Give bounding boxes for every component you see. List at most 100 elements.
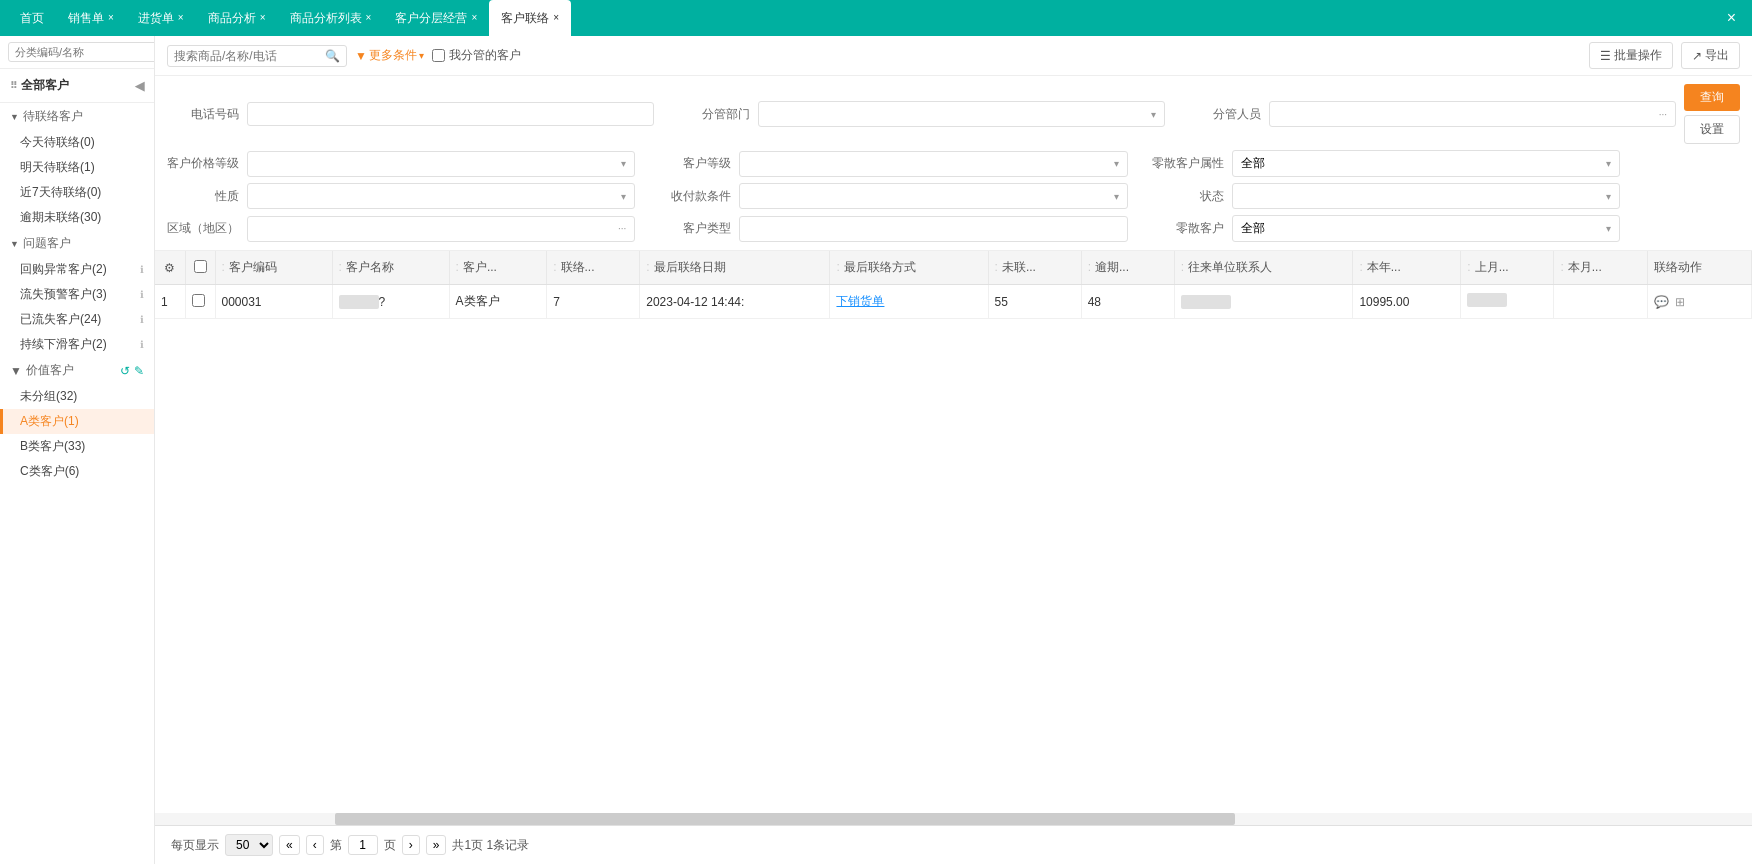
region-select[interactable]: ··· (247, 216, 635, 242)
export-icon: ↗ (1692, 49, 1702, 63)
nav-analysis[interactable]: 商品分析 × (196, 0, 278, 36)
price-grade-select[interactable]: ▾ (247, 151, 635, 177)
sidebar-item-overdue[interactable]: 逾期未联络(30) (0, 205, 154, 230)
sidebar-item-class-b[interactable]: B类客户(33) (0, 434, 154, 459)
chevron-down-icon: ▾ (419, 50, 424, 61)
query-button[interactable]: 查询 (1684, 84, 1740, 111)
sidebar-collapse-icon[interactable]: ◀ (135, 79, 144, 93)
close-analysis-icon[interactable]: × (260, 0, 266, 36)
page-number-input[interactable] (348, 835, 378, 855)
col-last-month: :上月... (1461, 251, 1554, 285)
nav-sales[interactable]: 销售单 × (56, 0, 126, 36)
filter-price-grade-field: 客户价格等级 ▾ (167, 151, 635, 177)
nav-home[interactable]: 首页 (8, 0, 56, 36)
customer-grade-select[interactable]: ▾ (739, 151, 1127, 177)
message-action-icon[interactable]: 💬 (1654, 295, 1669, 309)
col-name: :客户名称 (332, 251, 449, 285)
close-purchase-icon[interactable]: × (178, 0, 184, 36)
payment-select[interactable]: ▾ (739, 183, 1127, 209)
retail-select[interactable]: 全部 ▾ (1232, 215, 1620, 242)
action-icons: 💬 ⊞ (1654, 295, 1746, 309)
horizontal-scrollbar[interactable] (155, 813, 1752, 825)
filter-search-icon[interactable]: 🔍 (325, 49, 340, 63)
price-grade-chevron-icon: ▾ (621, 158, 626, 169)
window-close-button[interactable]: × (1719, 9, 1744, 27)
col-last-method: :最后联络方式 (830, 251, 988, 285)
sidebar-item-class-a[interactable]: A类客户(1) (0, 409, 154, 434)
sidebar-item-tomorrow[interactable]: 明天待联络(1) (0, 155, 154, 180)
filter-btn-col: 查询 设置 (1684, 84, 1740, 144)
sidebar-item-churned[interactable]: 已流失客户(24) ℹ (0, 307, 154, 332)
sidebar-all-customers[interactable]: ⠿ 全部客户 ◀ (0, 69, 154, 103)
payment-chevron-icon: ▾ (1114, 191, 1119, 202)
close-analysis-list-icon[interactable]: × (366, 0, 372, 36)
filter-right-actions: ☰ 批量操作 ↗ 导出 (1589, 42, 1740, 69)
phone-input[interactable] (247, 102, 654, 126)
sidebar-item-class-c[interactable]: C类客户(6) (0, 459, 154, 484)
filter-search-input[interactable] (174, 49, 325, 63)
retail-attr-select[interactable]: 全部 ▾ (1232, 150, 1620, 177)
main-layout: 🔍 ⠿ 全部客户 ◀ ▼ 待联络客户 今天待联络(0) 明天待联络(1) 近7天… (0, 36, 1752, 864)
filter-row-4: 区域（地区） ··· 客户类型 零散客户 全部 ▾ (167, 215, 1740, 242)
sidebar-item-churn-warn[interactable]: 流失预警客户(3) ℹ (0, 282, 154, 307)
close-segment-icon[interactable]: × (471, 0, 477, 36)
filter-row-2: 客户价格等级 ▾ 客户等级 ▾ 零散客户属性 全部 (167, 150, 1740, 177)
nature-select[interactable]: ▾ (247, 183, 635, 209)
prev-page-button[interactable]: ‹ (306, 835, 324, 855)
customer-type-select[interactable] (739, 216, 1127, 242)
scrollbar-thumb[interactable] (335, 813, 1235, 825)
col-type: :客户... (449, 251, 547, 285)
filter-manager-field: 分管人员 ··· (1189, 101, 1676, 127)
row-select-checkbox[interactable] (192, 294, 205, 307)
sidebar-item-today[interactable]: 今天待联络(0) (0, 130, 154, 155)
filter-bar: 🔍 ▼ 更多条件 ▾ 我分管的客户 ☰ 批量操作 ↗ 导出 (155, 36, 1752, 76)
next-page-button[interactable]: › (402, 835, 420, 855)
last-method-link[interactable]: 下销货单 (836, 294, 884, 308)
status-select[interactable]: ▾ (1232, 183, 1620, 209)
page-size-select[interactable]: 50 (225, 834, 273, 856)
filter-search-wrap: 🔍 (167, 45, 347, 67)
sidebar-item-declining[interactable]: 持续下滑客户(2) ℹ (0, 332, 154, 357)
edit-group-icon[interactable]: ✎ (134, 364, 144, 378)
batch-operation-button[interactable]: ☰ 批量操作 (1589, 42, 1673, 69)
triangle-value-icon: ▼ (10, 364, 22, 378)
col-settings[interactable]: ⚙ (155, 251, 185, 285)
pagination: 每页显示 50 « ‹ 第 页 › » 共1页 1条记录 (171, 834, 529, 856)
sidebar-section-problem[interactable]: ▼ 问题客户 (0, 230, 154, 257)
row-last-method[interactable]: 下销货单 (830, 285, 988, 319)
close-contact-icon[interactable]: × (553, 0, 559, 36)
row-checkbox[interactable] (185, 285, 215, 319)
sidebar-item-repurchase-abnormal[interactable]: 回购异常客户(2) ℹ (0, 257, 154, 282)
sidebar-value-icons: ↺ ✎ (120, 364, 144, 378)
select-all-checkbox[interactable] (194, 260, 207, 273)
first-page-button[interactable]: « (279, 835, 300, 855)
manager-select[interactable]: ··· (1269, 101, 1676, 127)
close-sales-icon[interactable]: × (108, 0, 114, 36)
sidebar-item-7days[interactable]: 近7天待联络(0) (0, 180, 154, 205)
filter-nature-field: 性质 ▾ (167, 183, 635, 209)
customer-grade-chevron-icon: ▾ (1114, 158, 1119, 169)
row-contact-count: 7 (547, 285, 640, 319)
filter-my-customers[interactable]: 我分管的客户 (432, 47, 521, 64)
content-area: 🔍 ▼ 更多条件 ▾ 我分管的客户 ☰ 批量操作 ↗ 导出 (155, 36, 1752, 864)
settings-button[interactable]: 设置 (1684, 115, 1740, 144)
settings-icon[interactable]: ⚙ (164, 261, 175, 275)
dept-select[interactable]: ▾ (758, 101, 1165, 127)
nav-customer-segment[interactable]: 客户分层经营 × (383, 0, 489, 36)
refresh-icon[interactable]: ↺ (120, 364, 130, 378)
nav-customer-contact[interactable]: 客户联络 × (489, 0, 571, 36)
nav-analysis-list[interactable]: 商品分析列表 × (278, 0, 384, 36)
filter-customer-type-field: 客户类型 (659, 216, 1127, 242)
sidebar-section-value[interactable]: ▼ 价值客户 ↺ ✎ (0, 357, 154, 384)
region-dots-icon: ··· (618, 223, 626, 234)
qr-action-icon[interactable]: ⊞ (1675, 295, 1685, 309)
sidebar-item-unclassified[interactable]: 未分组(32) (0, 384, 154, 409)
sidebar-search-input[interactable] (8, 42, 155, 62)
filter-more-btn[interactable]: ▼ 更多条件 ▾ (355, 47, 424, 64)
sidebar-section-pending[interactable]: ▼ 待联络客户 (0, 103, 154, 130)
nav-purchase[interactable]: 进货单 × (126, 0, 196, 36)
my-customers-checkbox[interactable] (432, 49, 445, 62)
col-checkbox[interactable] (185, 251, 215, 285)
last-page-button[interactable]: » (426, 835, 447, 855)
export-button[interactable]: ↗ 导出 (1681, 42, 1740, 69)
